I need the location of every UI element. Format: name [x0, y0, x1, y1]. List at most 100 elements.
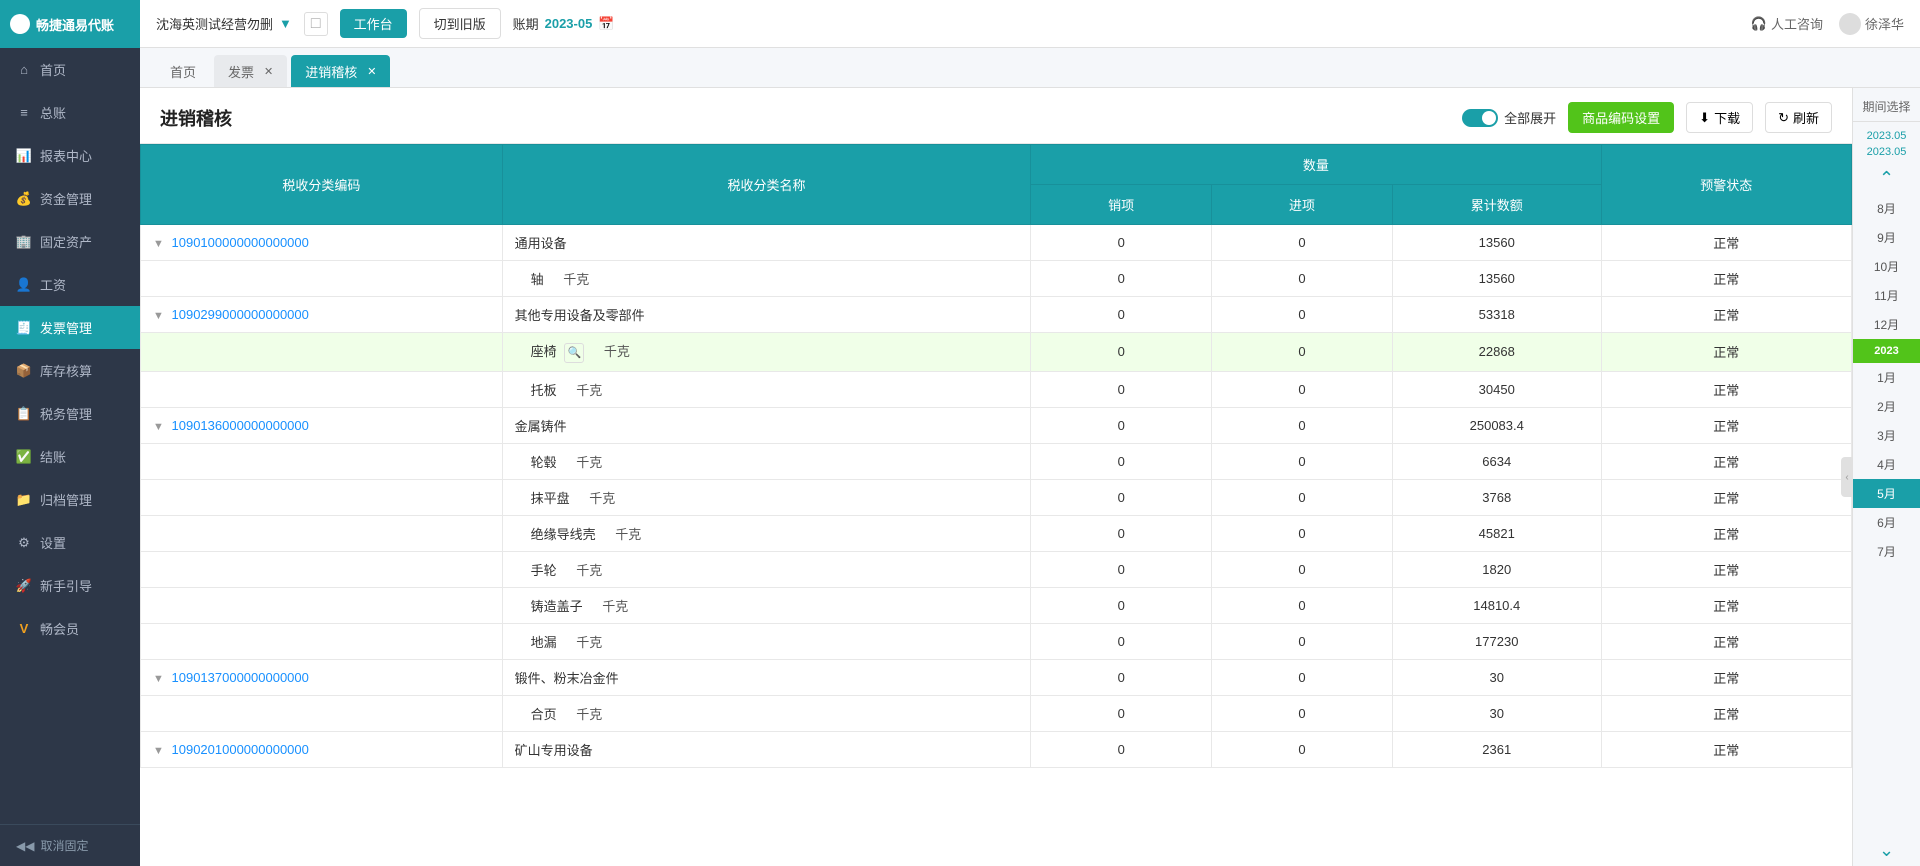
company-selector[interactable]: 沈海英测试经营勿删 ▼ [156, 14, 292, 33]
reports-icon: 📊 [16, 148, 32, 164]
home-icon: ⌂ [16, 62, 32, 78]
panel-down-btn[interactable]: ⌄ [1875, 838, 1899, 862]
row-name-unit: 铸造盖子 千克 [502, 587, 1031, 623]
period-3[interactable]: 3月 [1853, 421, 1920, 450]
topbar: 沈海英测试经营勿删 ▼ □ 工作台 切到旧版 账期 2023-05 📅 🎧 人工… [140, 0, 1920, 48]
workbench-button[interactable]: 工作台 [340, 9, 407, 38]
table-row: 合页 千克 0 0 30 正常 [141, 695, 1852, 731]
row-unit: 千克 [563, 272, 589, 287]
download-btn[interactable]: ⬇ 下载 [1686, 102, 1753, 133]
invoice-icon: 🧾 [16, 320, 32, 336]
page-actions: 全部展开 商品编码设置 ⬇ 下载 ↻ 刷新 [1462, 102, 1832, 133]
expand-icon[interactable]: ▼ [153, 745, 164, 757]
sidebar-item-archive[interactable]: 📁 归档管理 [0, 478, 140, 521]
row-code: ▼ 1090137000000000000 [141, 659, 503, 695]
sidebar-item-home[interactable]: ⌂ 首页 [0, 48, 140, 91]
row-name-unit: 轮毂 千克 [502, 443, 1031, 479]
row-unit: 千克 [576, 383, 602, 398]
toggle-label: 全部展开 [1504, 108, 1556, 127]
user-profile[interactable]: 徐泽华 [1839, 13, 1904, 35]
period-11[interactable]: 11月 [1853, 281, 1920, 310]
tab-invoice[interactable]: 发票 ✕ [214, 55, 287, 87]
row-sales: 0 [1031, 695, 1212, 731]
row-name: 锻件、粉末冶金件 [502, 659, 1031, 695]
toggle-all-control[interactable]: 全部展开 [1462, 108, 1556, 127]
row-status: 正常 [1601, 225, 1851, 261]
row-purchase: 0 [1212, 551, 1393, 587]
period-12[interactable]: 12月 [1853, 310, 1920, 339]
row-empty-code [141, 587, 503, 623]
tab-reconcile-close[interactable]: ✕ [367, 65, 376, 78]
data-table: 税收分类编码 税收分类名称 数量 预警状态 [140, 144, 1852, 768]
period-2[interactable]: 2月 [1853, 392, 1920, 421]
period-5[interactable]: 5月 [1853, 479, 1920, 508]
row-purchase: 0 [1212, 225, 1393, 261]
sidebar-item-vip[interactable]: V 畅会员 [0, 607, 140, 650]
refresh-btn[interactable]: ↻ 刷新 [1765, 102, 1832, 133]
row-sales: 0 [1031, 551, 1212, 587]
row-code: ▼ 1090201000000000000 [141, 731, 503, 767]
expand-icon[interactable]: ▼ [153, 673, 164, 685]
stock-icon: 📦 [16, 363, 32, 379]
tab-reconcile[interactable]: 进销稽核 ✕ [291, 55, 390, 87]
sidebar-pin-toggle[interactable]: ◀◀ 取消固定 [0, 824, 140, 866]
app-logo: 畅捷通易代账 [0, 0, 140, 48]
sidebar-item-invoice[interactable]: 🧾 发票管理 [0, 306, 140, 349]
panel-up-section: ⌃ [1853, 162, 1920, 194]
calendar-icon[interactable]: 📅 [598, 16, 614, 32]
sidebar-item-assets[interactable]: 🏢 固定资产 [0, 220, 140, 263]
sidebar-item-checkout[interactable]: ✅ 结账 [0, 435, 140, 478]
row-purchase: 0 [1212, 731, 1393, 767]
help-link[interactable]: 🎧 人工咨询 [1751, 14, 1823, 33]
expand-icon[interactable]: ▼ [153, 310, 164, 322]
sidebar-item-label: 新手引导 [40, 576, 92, 595]
sidebar-item-funds[interactable]: 💰 资金管理 [0, 177, 140, 220]
sidebar-item-guide[interactable]: 🚀 新手引导 [0, 564, 140, 607]
th-warning: 预警状态 [1601, 145, 1851, 225]
row-name-unit: 抹平盘 千克 [502, 479, 1031, 515]
toggle-switch[interactable] [1462, 109, 1498, 127]
goods-code-btn[interactable]: 商品编码设置 [1568, 102, 1674, 133]
row-name: 矿山专用设备 [502, 731, 1031, 767]
panel-up-btn[interactable]: ⌃ [1875, 166, 1899, 190]
row-empty-code [141, 261, 503, 297]
row-name-unit: 地漏 千克 [502, 623, 1031, 659]
period-9[interactable]: 9月 [1853, 223, 1920, 252]
sidebar-item-stock[interactable]: 📦 库存核算 [0, 349, 140, 392]
tab-home[interactable]: 首页 [156, 55, 210, 87]
row-total: 30450 [1392, 371, 1601, 407]
search-icon[interactable]: 🔍 [564, 343, 584, 363]
period-8[interactable]: 8月 [1853, 194, 1920, 223]
period-6[interactable]: 6月 [1853, 508, 1920, 537]
assets-icon: 🏢 [16, 234, 32, 250]
row-total: 22868 [1392, 333, 1601, 372]
sidebar-item-settings[interactable]: ⚙ 设置 [0, 521, 140, 564]
row-purchase: 0 [1212, 407, 1393, 443]
sidebar-item-tax[interactable]: 📋 税务管理 [0, 392, 140, 435]
row-purchase: 0 [1212, 297, 1393, 333]
expand-icon[interactable]: ▼ [153, 238, 164, 250]
period-10[interactable]: 10月 [1853, 252, 1920, 281]
period-7[interactable]: 7月 [1853, 537, 1920, 566]
sidebar-item-reports[interactable]: 📊 报表中心 [0, 134, 140, 177]
tabs-bar: 首页 发票 ✕ 进销稽核 ✕ [140, 48, 1920, 88]
tab-home-label: 首页 [170, 62, 196, 81]
sidebar-item-ledger[interactable]: ≡ 总账 [0, 91, 140, 134]
row-empty-code [141, 515, 503, 551]
refresh-icon: ↻ [1778, 110, 1789, 126]
tab-invoice-close[interactable]: ✕ [264, 65, 273, 78]
panel-collapse-btn[interactable]: ‹ [1841, 457, 1853, 497]
switch-version-button[interactable]: 切到旧版 [419, 8, 501, 39]
row-total: 30 [1392, 695, 1601, 731]
period-4[interactable]: 4月 [1853, 450, 1920, 479]
archive-icon: 📁 [16, 492, 32, 508]
tab-reconcile-label: 进销稽核 [305, 62, 357, 81]
row-sales: 0 [1031, 297, 1212, 333]
expand-icon[interactable]: ▼ [153, 421, 164, 433]
sidebar-item-salary[interactable]: 👤 工资 [0, 263, 140, 306]
period-1[interactable]: 1月 [1853, 363, 1920, 392]
th-tax-code: 税收分类编码 [141, 145, 503, 225]
table-row: ▼ 1090201000000000000 矿山专用设备 0 0 2361 正常 [141, 731, 1852, 767]
period-top-labels: 2023.05 2023.05 [1853, 122, 1920, 162]
row-total: 53318 [1392, 297, 1601, 333]
